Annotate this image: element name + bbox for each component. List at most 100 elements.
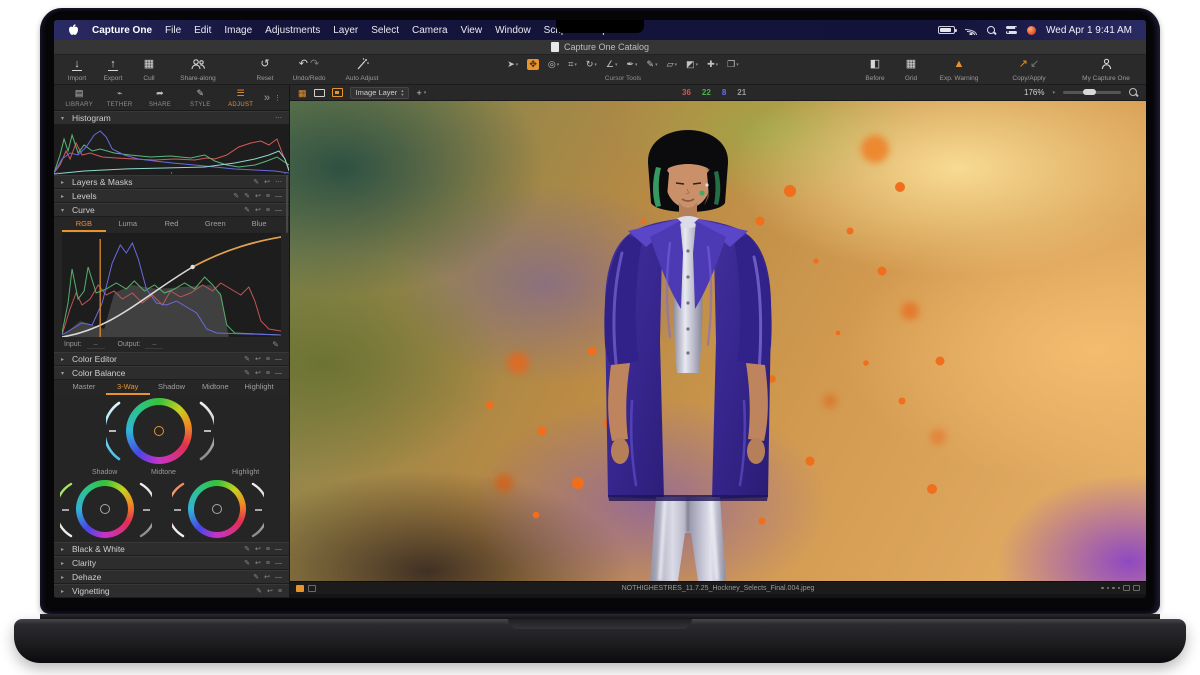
shadow-color-wheel[interactable] [76,480,134,538]
copy-icon[interactable]: ✎ [244,355,250,363]
menu-layer[interactable]: Layer [333,25,358,36]
panel-black-white-header[interactable]: ▸ Black & White ✎ ↩ ≡ — [54,542,289,556]
copy-apply-button[interactable]: ↗↙ Copy/Apply [1006,57,1052,83]
reset-icon[interactable]: ↩ [255,559,261,567]
reset-icon[interactable]: ↩ [255,192,261,200]
auto-adjust-button[interactable]: Auto Adjust [340,57,384,83]
curve-tab-red[interactable]: Red [150,217,194,232]
disclosure-icon[interactable]: ▸ [61,560,67,567]
collapse-icon[interactable]: — [275,370,282,377]
highlight-left-slider[interactable] [172,481,186,539]
import-button[interactable]: ↓ Import [64,57,90,83]
spotlight-search-icon[interactable] [987,26,996,35]
picker-icon[interactable]: ✎ [233,192,239,200]
curve-tab-rgb[interactable]: RGB [62,217,106,232]
panel-vignetting-header[interactable]: ▸ Vignetting ✎ ↩ ≡ [54,584,289,598]
menu-view[interactable]: View [461,25,483,36]
battery-icon[interactable] [938,26,955,34]
redo-icon[interactable]: ↷ [310,58,319,71]
panel-curve-header[interactable]: ▾ Curve ✎ ↩ ≡ — [54,203,289,217]
input-value[interactable]: – [87,341,105,349]
tab-share[interactable]: ➦ SHARE [141,87,179,109]
panel-color-balance-header[interactable]: ▾ Color Balance ✎ ↩ ≡ — [54,366,289,380]
copy-icon[interactable]: ✎ [244,206,250,214]
menu-edit[interactable]: Edit [194,25,211,36]
copy-icon[interactable]: ✎ [256,587,262,595]
cb-tab-3way[interactable]: 3-Way [106,380,150,395]
undo-icon[interactable]: ↶ [299,58,308,71]
curve-tab-luma[interactable]: Luma [106,217,150,232]
output-value[interactable]: – [145,341,163,349]
copy-icon[interactable]: ✎ [244,559,250,567]
zoom-slider[interactable] [1063,91,1121,94]
brush-icon[interactable]: ✎ [253,178,259,186]
tab-tether[interactable]: ⌁ TETHER [100,87,138,109]
more-icon[interactable]: ⋯ [275,114,282,122]
collapse-icon[interactable]: — [275,560,282,567]
menu-image[interactable]: Image [224,25,252,36]
photo-canvas[interactable] [290,101,1146,581]
shadow-wheel-marker[interactable] [100,504,110,514]
disclosure-icon[interactable]: ▸ [61,588,67,595]
share-along-button[interactable]: Share-along [172,57,224,83]
panel-layers-header[interactable]: ▸ Layers & Masks ✎ ↩ ⋯ [54,175,289,189]
crop-tool[interactable]: ⌗▾ [568,59,577,70]
disclosure-icon[interactable]: ▸ [61,546,67,553]
cb-tab-master[interactable]: Master [62,380,106,395]
panel-color-editor-header[interactable]: ▸ Color Editor ✎ ↩ ≡ — [54,352,289,366]
collapse-icon[interactable]: — [275,207,282,214]
viewer-search-icon[interactable] [1129,88,1138,97]
single-view-icon[interactable] [314,89,325,97]
collapse-icon[interactable]: — [275,356,282,363]
menu-adjustments[interactable]: Adjustments [265,25,320,36]
exposure-warning-button[interactable]: ▲ Exp. Warning [934,57,984,83]
straighten-tool[interactable]: ∠▾ [606,59,618,70]
disclosure-icon[interactable]: ▸ [61,193,67,200]
presets-icon[interactable]: ≡ [266,370,270,377]
apple-menu-icon[interactable] [68,24,79,36]
filmstrip-dot-icon[interactable] [1107,587,1110,590]
copy-icon[interactable]: ✎ [244,545,250,553]
control-center-icon[interactable] [1006,26,1017,35]
before-after-button[interactable]: ◧ Before [862,57,888,83]
copy-icon[interactable]: ↗ [1019,58,1028,71]
add-layer-button[interactable]: +▾ [416,88,426,98]
reset-icon[interactable]: ↩ [255,206,261,214]
pan-tool[interactable]: ✥ [527,59,539,70]
disclosure-icon[interactable]: ▾ [61,115,67,122]
menu-bar-clock[interactable]: Wed Apr 1 9:41 AM [1046,25,1132,36]
collapse-icon[interactable]: — [275,574,282,581]
copy-icon[interactable]: ✎ [244,369,250,377]
reset-icon[interactable]: ↩ [255,355,261,363]
tab-library[interactable]: ▤ LIBRARY [60,87,98,109]
undo-redo-button[interactable]: ↶↷ Undo/Redo [288,57,330,83]
clone-tool[interactable]: ❐▾ [727,59,739,70]
filmstrip-dot-icon[interactable] [1112,587,1115,590]
highlight-color-wheel[interactable] [188,480,246,538]
collapse-icon[interactable]: — [275,546,282,553]
menu-app-name[interactable]: Capture One [92,25,152,36]
shadow-right-slider[interactable] [138,481,152,539]
zoom-level[interactable]: 176% [1024,88,1044,97]
disclosure-icon[interactable]: ▸ [61,574,67,581]
layer-selector[interactable]: Image Layer ▴▾ [350,87,410,99]
highlight-wheel-marker[interactable] [212,504,222,514]
pen-tool[interactable]: ✒▾ [626,59,637,70]
midtone-wheel-marker[interactable] [154,426,164,436]
wifi-icon[interactable] [965,26,977,35]
copy-icon[interactable]: ✎ [253,573,259,581]
filmstrip-dot-icon[interactable] [1101,587,1104,590]
zoom-dropdown-icon[interactable]: ▾ [1052,90,1055,96]
panel-clarity-header[interactable]: ▸ Clarity ✎ ↩ ≡ — [54,556,289,570]
collapse-icon[interactable]: — [275,193,282,200]
tabstrip-menu-icon[interactable]: ⋮ [274,94,281,102]
heal-tool[interactable]: ✚▾ [707,59,718,70]
presets-icon[interactable]: ≡ [266,546,270,553]
cb-tab-highlight[interactable]: Highlight [237,380,281,395]
multi-view-icon[interactable]: ▦ [298,88,307,98]
midtone-right-slider[interactable] [198,399,214,463]
filmstrip-view-icon[interactable] [1123,585,1130,591]
panel-dehaze-header[interactable]: ▸ Dehaze ✎ ↩ — [54,570,289,584]
user-account-icon[interactable] [1027,26,1036,35]
presets-icon[interactable]: ≡ [266,356,270,363]
